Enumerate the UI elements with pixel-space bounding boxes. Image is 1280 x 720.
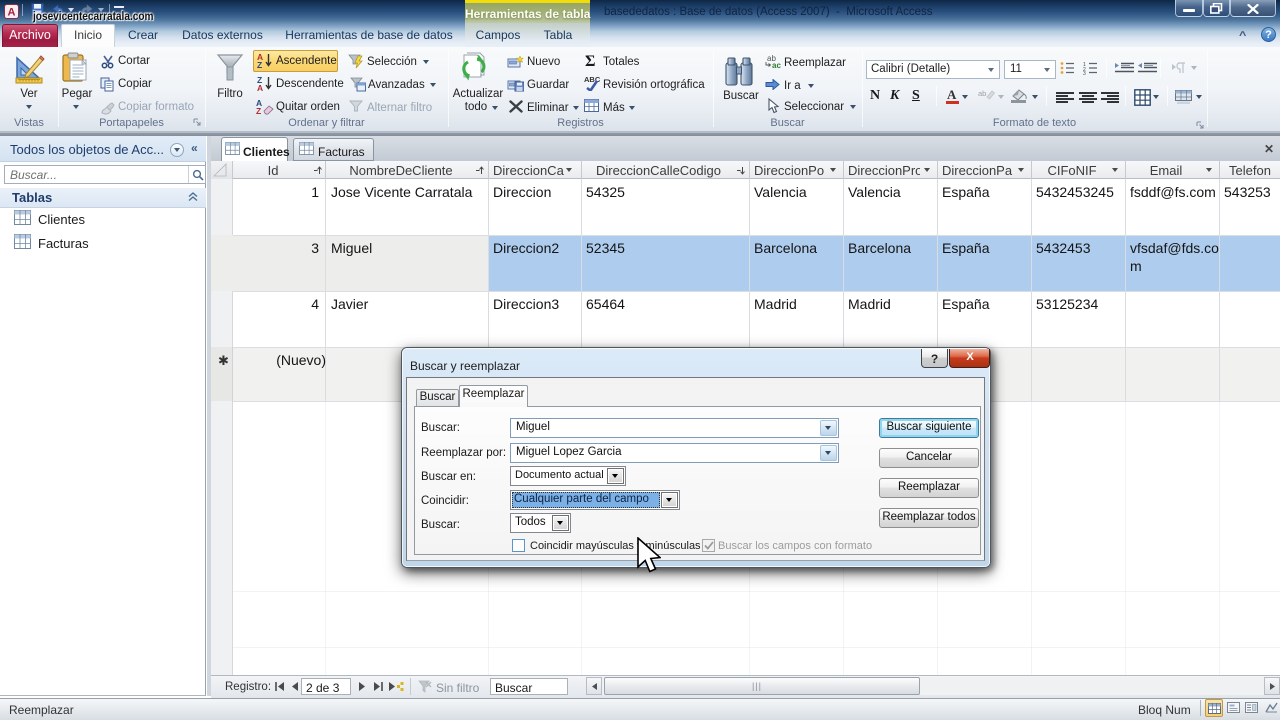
svg-text:Z: Z	[256, 106, 261, 115]
svg-text:ac: ac	[772, 61, 781, 69]
svg-text:3: 3	[1083, 71, 1086, 75]
svg-text:A: A	[8, 7, 16, 19]
svg-text:A: A	[257, 83, 263, 92]
svg-text:ab: ab	[978, 89, 986, 98]
svg-text:Z: Z	[257, 60, 262, 69]
svg-text:ABC: ABC	[584, 75, 601, 84]
